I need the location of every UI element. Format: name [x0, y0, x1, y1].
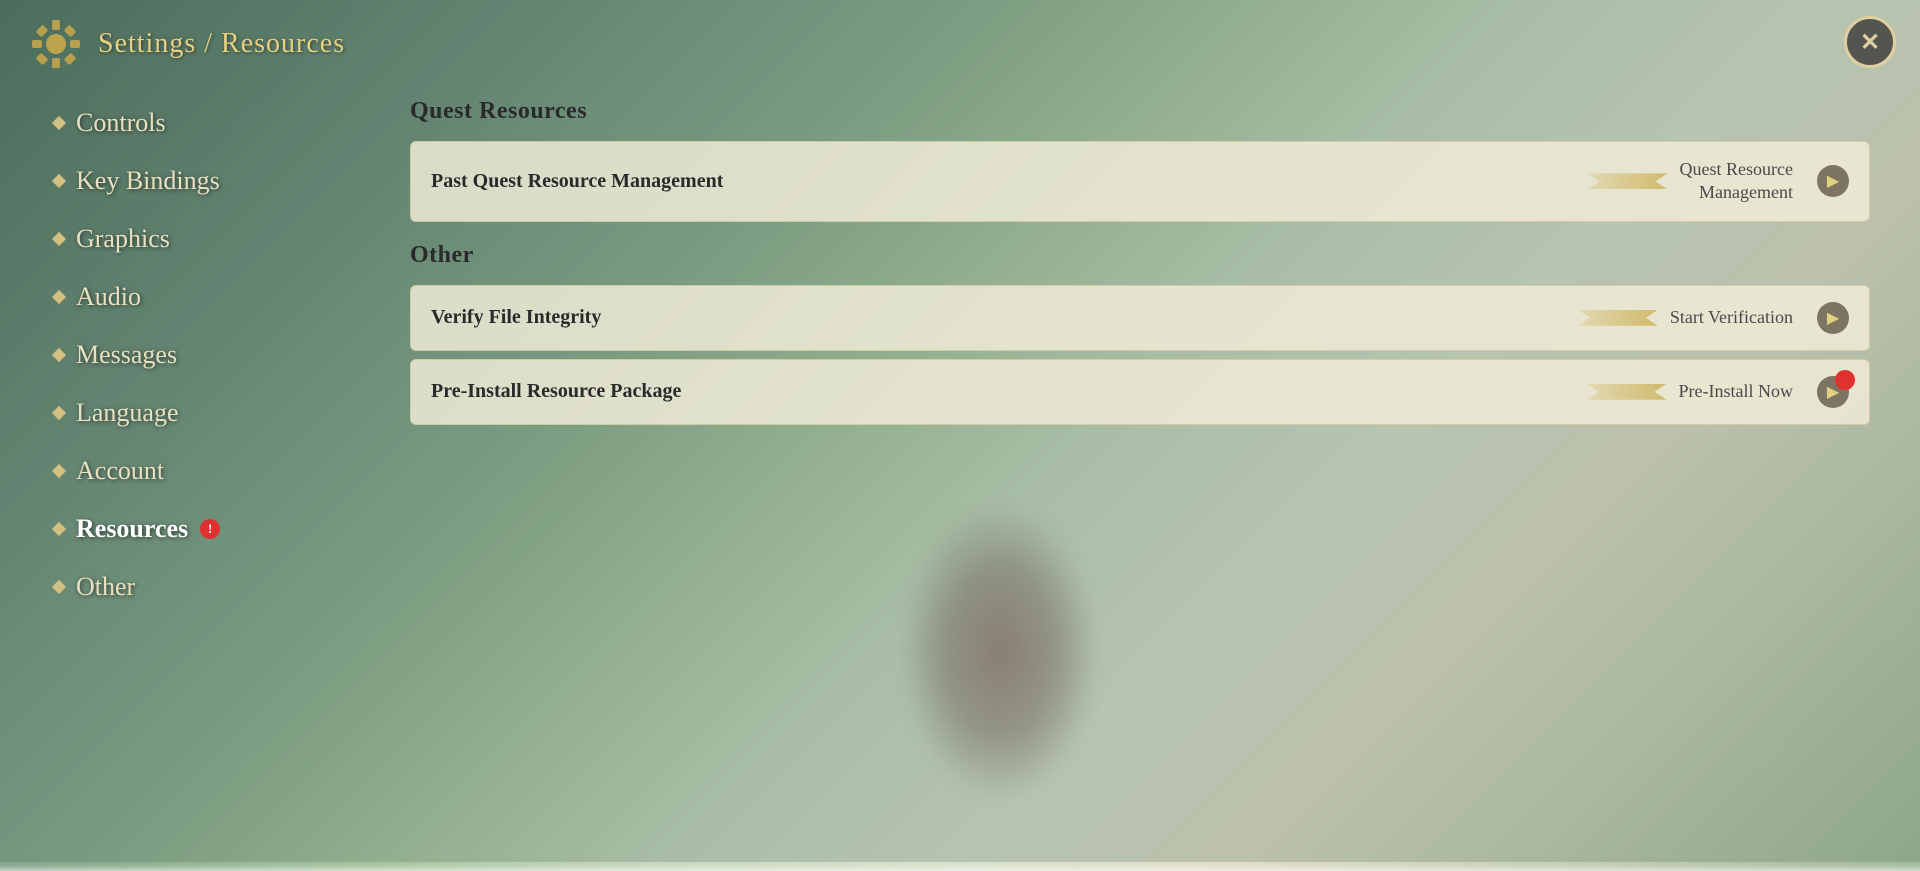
past-quest-row[interactable]: Past Quest Resource Management Quest Res…: [410, 141, 1870, 222]
sidebar-item-messages[interactable]: Messages: [40, 330, 360, 380]
diamond-icon: [52, 232, 66, 246]
diamond-icon: [52, 522, 66, 536]
diamond-icon: [52, 580, 66, 594]
quest-resources-section-title: Quest Resources: [410, 98, 1870, 125]
page-title: Settings / Resources: [98, 28, 345, 60]
left-arrow-decoration: [1578, 310, 1658, 326]
sidebar-item-resources[interactable]: Resources !: [40, 504, 360, 554]
row-right: Start Verification ▶: [1578, 302, 1849, 334]
diamond-icon: [52, 464, 66, 478]
diamond-icon: [52, 174, 66, 188]
gear-icon: [30, 18, 82, 70]
notification-badge: !: [200, 519, 220, 539]
arrow-wrapper: ▶: [1817, 376, 1849, 408]
sidebar-item-language[interactable]: Language: [40, 388, 360, 438]
left-arrow-decoration: [1587, 384, 1667, 400]
other-section-title: Other: [410, 242, 1870, 269]
row-right: Pre-Install Now ▶: [1587, 376, 1849, 408]
sidebar-item-graphics[interactable]: Graphics: [40, 214, 360, 264]
left-arrow-decoration: [1588, 173, 1668, 189]
diamond-icon: [52, 290, 66, 304]
sidebar-item-other[interactable]: Other: [40, 562, 360, 612]
row-right: Quest Resource Management ▶: [1588, 158, 1849, 205]
sidebar: Controls Key Bindings Graphics Audio Mes…: [20, 88, 380, 842]
sidebar-item-account[interactable]: Account: [40, 446, 360, 496]
row-action-arrow[interactable]: ▶: [1817, 302, 1849, 334]
row-action-arrow[interactable]: ▶: [1817, 165, 1849, 197]
header: Settings / Resources: [0, 0, 1920, 88]
sidebar-item-audio[interactable]: Audio: [40, 272, 360, 322]
diamond-icon: [52, 348, 66, 362]
main-content: Controls Key Bindings Graphics Audio Mes…: [0, 88, 1920, 862]
sidebar-item-controls[interactable]: Controls: [40, 98, 360, 148]
diamond-icon: [52, 116, 66, 130]
other-section: Other Verify File Integrity Start Verifi…: [410, 242, 1870, 425]
verify-integrity-row[interactable]: Verify File Integrity Start Verification…: [410, 285, 1870, 351]
pre-install-row[interactable]: Pre-Install Resource Package Pre-Install…: [410, 359, 1870, 425]
close-button[interactable]: ✕: [1844, 16, 1896, 68]
diamond-icon: [52, 406, 66, 420]
row-notification-badge: [1835, 370, 1855, 390]
sidebar-item-keybindings[interactable]: Key Bindings: [40, 156, 360, 206]
content-area: Quest Resources Past Quest Resource Mana…: [380, 88, 1900, 842]
